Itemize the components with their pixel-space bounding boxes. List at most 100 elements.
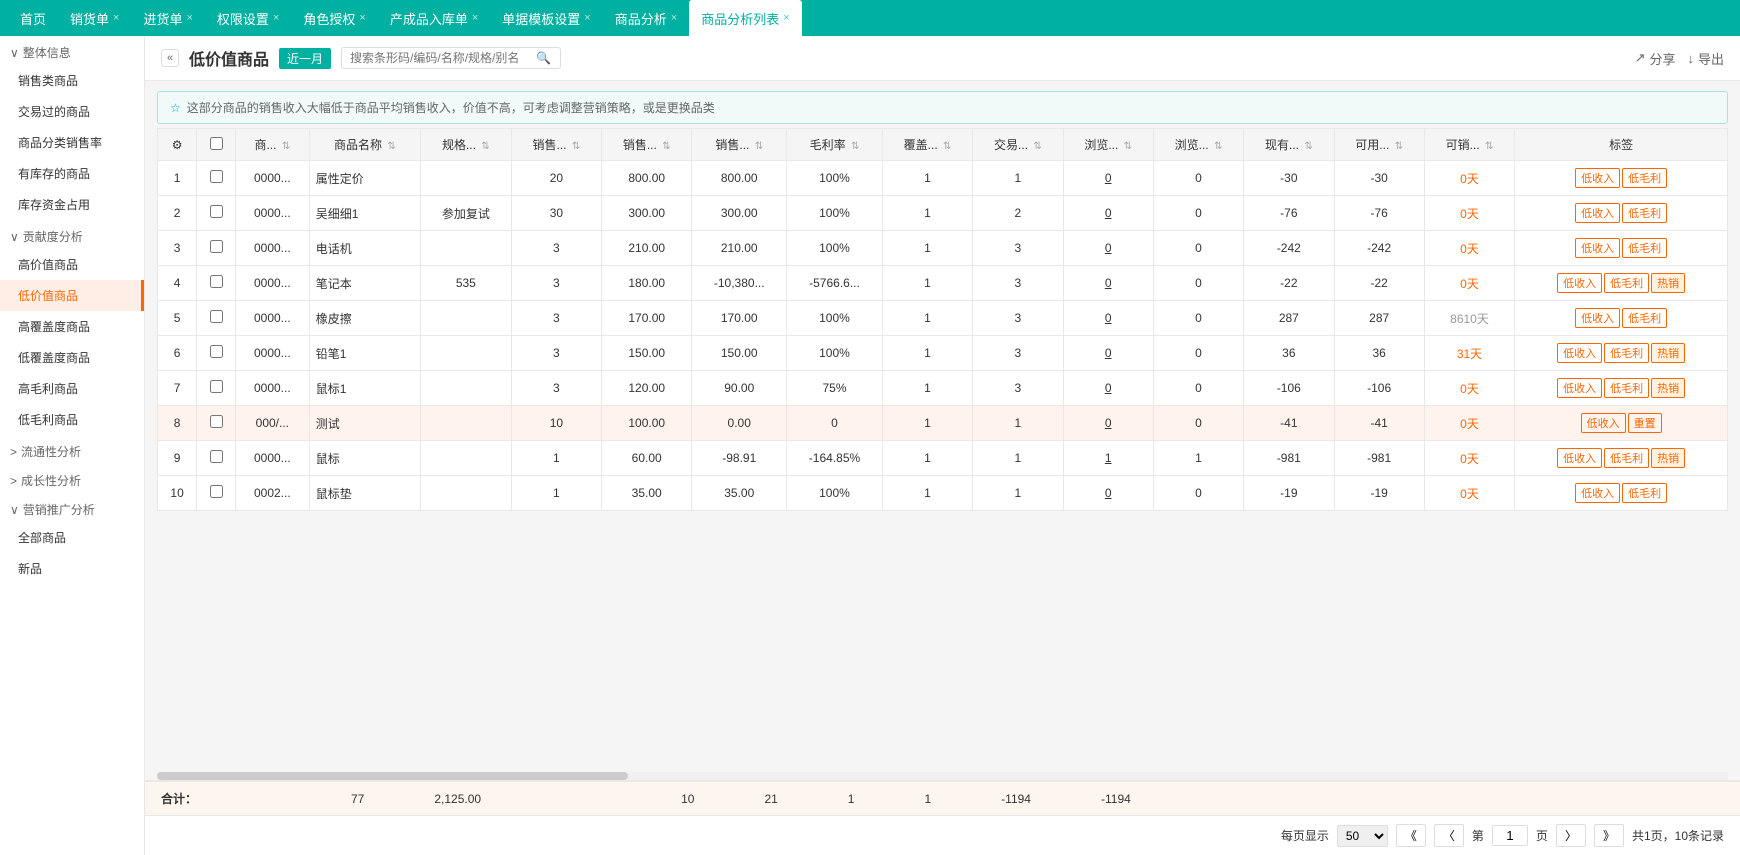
filter-tag-recent-month[interactable]: 近一月 — [279, 48, 331, 69]
td-checkbox[interactable] — [197, 406, 236, 441]
row-checkbox[interactable] — [210, 485, 223, 498]
share-button[interactable]: ↗ 分享 — [1635, 49, 1676, 68]
browse-link[interactable]: 0 — [1105, 346, 1112, 360]
row-checkbox[interactable] — [210, 240, 223, 253]
search-icon[interactable]: 🔍 — [536, 51, 551, 65]
sidebar-item-sales-products[interactable]: 销售类商品 — [0, 65, 144, 96]
sidebar-item-stock-capital[interactable]: 库存资金占用 — [0, 189, 144, 220]
browse-link[interactable]: 0 — [1105, 486, 1112, 500]
sidebar-group-contribution[interactable]: ∨ 贡献度分析 — [0, 220, 144, 249]
select-all-checkbox[interactable] — [210, 137, 223, 150]
td-browse1[interactable]: 0 — [1063, 336, 1153, 371]
nav-close-analysis[interactable]: × — [671, 12, 677, 24]
nav-product-analysis-list[interactable]: 商品分析列表 × — [689, 0, 801, 36]
first-page-btn[interactable]: 《 — [1396, 824, 1426, 847]
row-checkbox[interactable] — [210, 380, 223, 393]
nav-close-purchase[interactable]: × — [186, 12, 192, 24]
row-checkbox[interactable] — [210, 170, 223, 183]
th-trades[interactable]: 交易... ⇅ — [973, 129, 1063, 161]
nav-close-template[interactable]: × — [584, 12, 590, 24]
th-sales2[interactable]: 销售... ⇅ — [692, 129, 787, 161]
td-browse1[interactable]: 0 — [1063, 301, 1153, 336]
sidebar-item-high-margin[interactable]: 高毛利商品 — [0, 373, 144, 404]
nav-close-role[interactable]: × — [359, 12, 365, 24]
td-checkbox[interactable] — [197, 476, 236, 511]
browse-link[interactable]: 0 — [1105, 171, 1112, 185]
row-checkbox[interactable] — [210, 310, 223, 323]
nav-product-analysis[interactable]: 商品分析 × — [603, 0, 689, 36]
sidebar-item-traded-products[interactable]: 交易过的商品 — [0, 96, 144, 127]
sidebar-item-stock-products[interactable]: 有库存的商品 — [0, 158, 144, 189]
th-checkbox[interactable] — [197, 129, 236, 161]
td-checkbox[interactable] — [197, 231, 236, 266]
td-browse1[interactable]: 0 — [1063, 196, 1153, 231]
sidebar-item-new-products[interactable]: 新品 — [0, 553, 144, 584]
td-checkbox[interactable] — [197, 196, 236, 231]
row-checkbox[interactable] — [210, 275, 223, 288]
nav-permission-settings[interactable]: 权限设置 × — [205, 0, 291, 36]
prev-page-btn[interactable]: 〈 — [1434, 824, 1464, 847]
td-browse1[interactable]: 0 — [1063, 231, 1153, 266]
th-coverage[interactable]: 覆盖... ⇅ — [882, 129, 972, 161]
nav-home[interactable]: 首页 — [8, 0, 58, 36]
last-page-btn[interactable]: 》 — [1594, 824, 1624, 847]
browse-link[interactable]: 1 — [1105, 451, 1112, 465]
sidebar-group-growth[interactable]: > 成长性分析 — [0, 464, 144, 493]
th-margin[interactable]: 毛利率 ⇅ — [787, 129, 883, 161]
th-stock[interactable]: 现有... ⇅ — [1244, 129, 1334, 161]
td-checkbox[interactable] — [197, 301, 236, 336]
td-browse1[interactable]: 0 — [1063, 476, 1153, 511]
sidebar-item-high-coverage[interactable]: 高覆盖度商品 — [0, 311, 144, 342]
th-sellable[interactable]: 可销... ⇅ — [1424, 129, 1514, 161]
th-tags[interactable]: 标签 — [1515, 129, 1728, 161]
row-checkbox[interactable] — [210, 345, 223, 358]
td-browse1[interactable]: 1 — [1063, 441, 1153, 476]
sidebar-collapse-btn[interactable]: « — [161, 49, 179, 67]
sidebar-item-high-value[interactable]: 高价值商品 — [0, 249, 144, 280]
sidebar-group-circulation[interactable]: > 流通性分析 — [0, 435, 144, 464]
th-browse2[interactable]: 浏览... ⇅ — [1153, 129, 1243, 161]
search-input[interactable] — [350, 51, 530, 65]
sidebar-item-low-value[interactable]: 低价值商品 — [0, 280, 144, 311]
nav-close-sales[interactable]: × — [113, 12, 119, 24]
td-checkbox[interactable] — [197, 371, 236, 406]
td-browse1[interactable]: 0 — [1063, 371, 1153, 406]
nav-template-settings[interactable]: 单据模板设置 × — [490, 0, 602, 36]
th-spec[interactable]: 规格... ⇅ — [420, 129, 511, 161]
browse-link[interactable]: 0 — [1105, 276, 1112, 290]
nav-product-warehouse[interactable]: 产成品入库单 × — [378, 0, 490, 36]
nav-close-analysis-list[interactable]: × — [783, 12, 789, 24]
browse-link[interactable]: 0 — [1105, 311, 1112, 325]
td-checkbox[interactable] — [197, 161, 236, 196]
sidebar-item-low-margin[interactable]: 低毛利商品 — [0, 404, 144, 435]
browse-link[interactable]: 0 — [1105, 381, 1112, 395]
th-qty[interactable]: 销售... ⇅ — [511, 129, 601, 161]
page-number-input[interactable] — [1492, 825, 1528, 846]
th-sales1[interactable]: 销售... ⇅ — [602, 129, 692, 161]
sidebar-group-overall[interactable]: ∨ 整体信息 — [0, 36, 144, 65]
browse-link[interactable]: 0 — [1105, 206, 1112, 220]
th-code[interactable]: 商... ⇅ — [235, 129, 309, 161]
sidebar-group-marketing[interactable]: ∨ 营销推广分析 — [0, 493, 144, 522]
export-button[interactable]: ↓ 导出 — [1687, 49, 1724, 68]
sidebar-item-low-coverage[interactable]: 低覆盖度商品 — [0, 342, 144, 373]
sidebar-item-all-products[interactable]: 全部商品 — [0, 522, 144, 553]
nav-role-auth[interactable]: 角色授权 × — [291, 0, 377, 36]
browse-link[interactable]: 0 — [1105, 241, 1112, 255]
row-checkbox[interactable] — [210, 450, 223, 463]
browse-link[interactable]: 0 — [1105, 416, 1112, 430]
td-checkbox[interactable] — [197, 441, 236, 476]
next-page-btn[interactable]: 〉 — [1556, 824, 1586, 847]
th-settings[interactable]: ⚙ — [158, 129, 197, 161]
td-browse1[interactable]: 0 — [1063, 161, 1153, 196]
td-browse1[interactable]: 0 — [1063, 406, 1153, 441]
per-page-select[interactable]: 50 100 200 — [1337, 825, 1388, 847]
td-browse1[interactable]: 0 — [1063, 266, 1153, 301]
row-checkbox[interactable] — [210, 205, 223, 218]
table-scrollbar[interactable] — [157, 772, 1728, 780]
td-checkbox[interactable] — [197, 336, 236, 371]
sidebar-item-category-sales-rate[interactable]: 商品分类销售率 — [0, 127, 144, 158]
nav-close-warehouse[interactable]: × — [472, 12, 478, 24]
nav-purchase-order[interactable]: 进货单 × — [131, 0, 204, 36]
td-checkbox[interactable] — [197, 266, 236, 301]
